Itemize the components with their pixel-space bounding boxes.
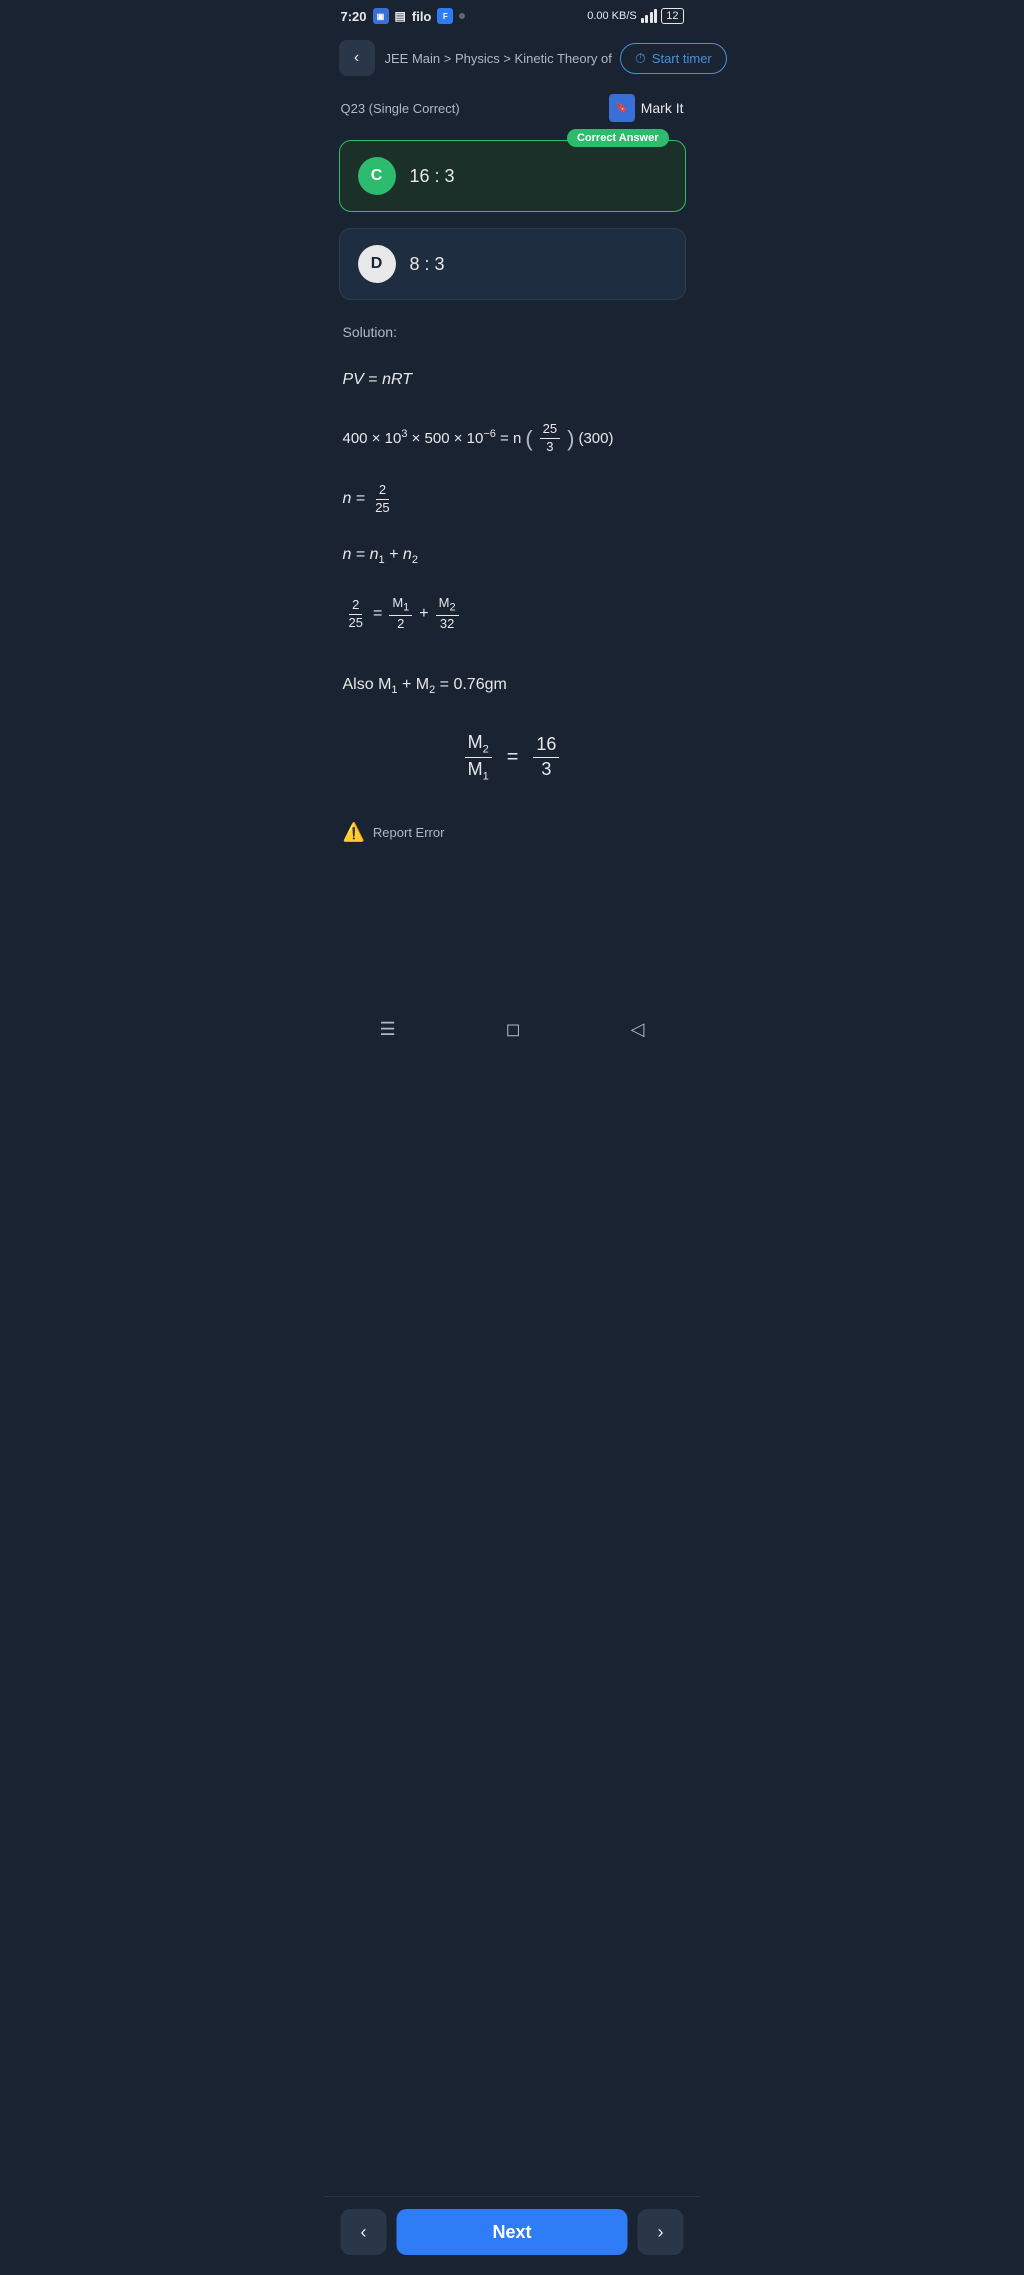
mark-it-button[interactable]: 🔖 Mark It — [609, 94, 684, 122]
math-line-1: PV = nRT — [343, 356, 682, 409]
warning-icon: ⚠️ — [343, 822, 365, 843]
answer-option-c[interactable]: Correct Answer C 16 : 3 — [339, 140, 686, 212]
menu-icon[interactable]: ☰ — [380, 1019, 396, 1040]
mark-it-label: Mark It — [641, 100, 684, 116]
math-line-6: Also M1 + M2 = 0.76gm — [343, 661, 682, 715]
back-system-icon[interactable]: ◁ — [631, 1019, 645, 1040]
top-nav: ‹ JEE Main > Physics > Kinetic Theory of… — [325, 30, 700, 86]
status-time: 7:20 — [341, 9, 367, 24]
math-line-3: n = 2 25 — [343, 472, 682, 531]
timer-icon: ⏱ — [635, 50, 646, 67]
math-line-4: n = n1 + n2 — [343, 531, 682, 585]
screen-record-icon: ▣ — [373, 8, 389, 24]
notification-dot — [459, 13, 465, 19]
answer-option-d[interactable]: D 8 : 3 — [339, 228, 686, 300]
next-button[interactable]: Next — [397, 2209, 628, 2255]
report-error-section[interactable]: ⚠️ Report Error — [325, 806, 700, 859]
start-timer-label: Start timer — [652, 51, 712, 66]
status-bar: 7:20 ▣ ▤ filo F 0.00 KB/S 12 — [325, 0, 700, 30]
question-header: Q23 (Single Correct) 🔖 Mark It — [325, 86, 700, 134]
filo-icon: F — [437, 8, 453, 24]
network-speed: 0.00 KB/S — [587, 10, 637, 22]
next-arrow-button[interactable]: › — [638, 2209, 684, 2255]
app-name: filo — [412, 9, 432, 24]
math-line-2: 400 × 103 × 500 × 10−6 = n ( 25 3 ) (300… — [343, 409, 682, 473]
bookmark-icon: 🔖 — [609, 94, 635, 122]
start-timer-button[interactable]: ⏱ Start timer — [620, 43, 727, 74]
option-circle-d: D — [358, 245, 396, 283]
question-label: Q23 (Single Correct) — [341, 101, 460, 116]
next-arrow-icon: › — [658, 2222, 664, 2243]
breadcrumb: JEE Main > Physics > Kinetic Theory of — [385, 51, 612, 66]
option-circle-c: C — [358, 157, 396, 195]
nav-left: ‹ JEE Main > Physics > Kinetic Theory of — [339, 40, 612, 76]
option-c-text: 16 : 3 — [410, 166, 455, 187]
battery-percent: 12 — [661, 8, 683, 24]
option-d-text: 8 : 3 — [410, 254, 445, 275]
signal-bars — [641, 9, 658, 23]
solution-title: Solution: — [343, 324, 682, 340]
prev-button[interactable]: ‹ — [341, 2209, 387, 2255]
back-button[interactable]: ‹ — [339, 40, 375, 76]
next-label: Next — [492, 2222, 531, 2242]
battery-icon-status: ▤ — [395, 9, 406, 23]
home-icon[interactable]: ◻ — [506, 1019, 521, 1040]
solution-section: Solution: PV = nRT 400 × 103 × 500 × 10−… — [325, 306, 700, 806]
bottom-bar: ‹ Next › — [325, 2196, 700, 2275]
system-nav: ☰ ◻ ◁ — [325, 1009, 700, 1056]
math-line-5: 2 25 = M1 2 + M2 32 — [343, 585, 682, 647]
correct-answer-badge: Correct Answer — [567, 129, 669, 147]
math-line-7: M2 M1 = 16 3 — [343, 731, 682, 784]
prev-icon: ‹ — [361, 2222, 367, 2243]
status-right: 0.00 KB/S 12 — [587, 8, 683, 24]
report-error-label: Report Error — [373, 825, 445, 840]
